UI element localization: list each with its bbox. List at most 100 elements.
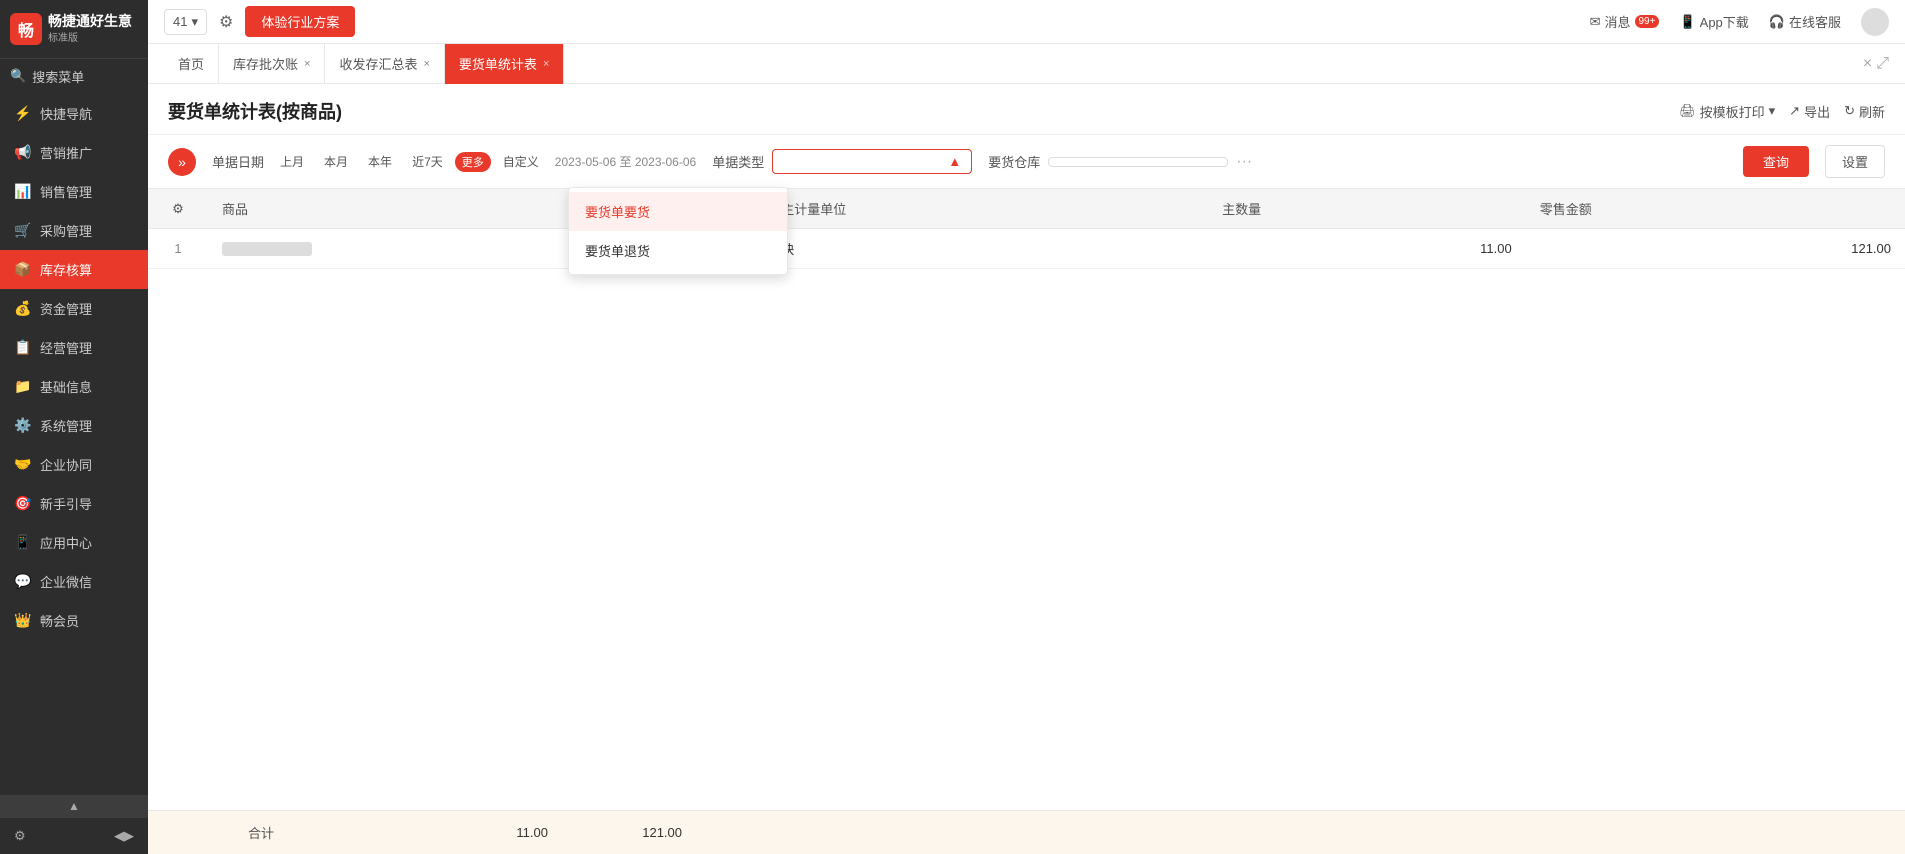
tab-home[interactable]: 首页 [164, 44, 219, 84]
date-tabs: 上月 本月 本年 近7天 更多 自定义 [272, 150, 547, 173]
sidebar-item-enterprise[interactable]: 🤝 企业协同 [0, 445, 148, 484]
date-filter-group: 单据日期 上月 本月 本年 近7天 更多 自定义 2023-05-06 至 20… [212, 150, 696, 173]
row-amount: 121.00 [1526, 229, 1905, 269]
chevron-up-icon: ▲ [68, 799, 80, 813]
export-btn[interactable]: ↗ 导出 [1789, 102, 1830, 121]
wechat-icon: 💬 [14, 573, 32, 590]
print-template-btn[interactable]: 🖨 按模板打印 ▾ [1679, 102, 1775, 121]
sidebar-item-inventory[interactable]: 📦 库存核算 [0, 250, 148, 289]
more-filters-icon[interactable]: ··· [1236, 153, 1252, 171]
tab-receipts[interactable]: 收发存汇总表 × [325, 44, 444, 84]
store-number: 41 [173, 14, 187, 29]
footer-collapse-icon[interactable]: ◀▶ [114, 828, 134, 844]
date-tab-week7[interactable]: 近7天 [404, 150, 451, 173]
sidebar-item-system[interactable]: ⚙️ 系统管理 [0, 406, 148, 445]
footer-settings-icon[interactable]: ⚙ [14, 828, 26, 844]
inventory-icon: 📦 [14, 261, 32, 278]
table-header-unit: 主计量单位 [767, 189, 1208, 229]
app-download-action[interactable]: 📱 App下载 [1679, 12, 1748, 31]
marketing-icon: 📢 [14, 144, 32, 161]
data-table: ⚙ 商品 主计量单位 主数量 零售金额 1 [148, 188, 1905, 269]
filter-bar: » 单据日期 上月 本月 本年 近7天 更多 自定义 2023-05-06 至 … [148, 134, 1905, 188]
date-tab-curr[interactable]: 本月 [316, 150, 356, 173]
refresh-btn[interactable]: ↻ 刷新 [1844, 102, 1885, 121]
user-avatar[interactable] [1861, 8, 1889, 36]
enterprise-icon: 🤝 [14, 456, 32, 473]
type-filter-select[interactable]: ▲ [772, 149, 972, 174]
sidebar-item-sales[interactable]: 📊 销售管理 [0, 172, 148, 211]
header-right: ✉ 消息 99+ 📱 App下载 🎧 在线客服 [1590, 8, 1889, 36]
headset-icon: 🎧 [1769, 14, 1785, 30]
date-filter-label: 单据日期 [212, 152, 264, 171]
operation-icon: 📋 [14, 339, 32, 356]
tab-close-receipts[interactable]: × [423, 58, 429, 70]
sidebar-item-purchase[interactable]: 🛒 采购管理 [0, 211, 148, 250]
phone-icon: 📱 [1679, 14, 1695, 30]
sidebar-item-basic[interactable]: 📁 基础信息 [0, 367, 148, 406]
warehouse-filter-select[interactable] [1048, 157, 1228, 167]
date-tab-custom[interactable]: 自定义 [495, 150, 547, 173]
tab-batch[interactable]: 库存批次账 × [219, 44, 325, 84]
sidebar-scroll-up[interactable]: ▲ [0, 795, 148, 817]
table-row: 1 块 11.00 121.00 [148, 229, 1905, 269]
total-amount: 121.00 [562, 825, 682, 840]
dropdown-item-order-return[interactable]: 要货单退货 [569, 231, 787, 270]
header-left: 41 ▾ ⚙ 体验行业方案 [164, 6, 355, 37]
sidebar-item-guide[interactable]: 🎯 新手引导 [0, 484, 148, 523]
sidebar-item-operation[interactable]: 📋 经营管理 [0, 328, 148, 367]
total-row: 合计 11.00 121.00 [148, 810, 1905, 854]
refresh-icon: ↻ [1844, 103, 1855, 119]
sidebar-logo: 畅 畅捷通好生意 标准版 [0, 0, 148, 59]
filter-expand-toggle[interactable]: » [168, 148, 196, 176]
sidebar-item-marketing[interactable]: 📢 营销推广 [0, 133, 148, 172]
online-service-action[interactable]: 🎧 在线客服 [1769, 12, 1841, 31]
table-header-amount: 零售金额 [1526, 189, 1905, 229]
brand-text: 畅捷通好生意 标准版 [48, 12, 132, 46]
export-icon: ↗ [1789, 103, 1800, 119]
brand-icon: 畅 [10, 13, 42, 45]
date-tab-prev[interactable]: 上月 [272, 150, 312, 173]
sidebar-nav: 📢 营销推广 📊 销售管理 🛒 采购管理 📦 库存核算 💰 资金管理 📋 经营管… [0, 133, 148, 795]
dropdown-item-order-goods[interactable]: 要货单要货 [569, 192, 787, 231]
total-label: 合计 [168, 823, 448, 842]
header-settings-icon[interactable]: ⚙ [219, 12, 233, 32]
sidebar-item-wechat[interactable]: 💬 企业微信 [0, 562, 148, 601]
tab-close-all-icon[interactable]: × [1863, 55, 1872, 73]
store-selector[interactable]: 41 ▾ [164, 9, 207, 35]
sidebar-item-finance[interactable]: 💰 资金管理 [0, 289, 148, 328]
sidebar-search-menu[interactable]: 🔍 搜索菜单 [0, 59, 148, 94]
appstore-icon: 📱 [14, 534, 32, 551]
date-tab-year[interactable]: 本年 [360, 150, 400, 173]
print-icon: 🖨 [1679, 103, 1696, 119]
top-header: 41 ▾ ⚙ 体验行业方案 ✉ 消息 99+ 📱 App下载 🎧 在线客服 [148, 0, 1905, 44]
messages-action[interactable]: ✉ 消息 99+ [1590, 12, 1660, 31]
sidebar-item-member[interactable]: 👑 畅会员 [0, 601, 148, 640]
tab-order-stats[interactable]: 要货单统计表 × [445, 44, 564, 84]
table-header-settings[interactable]: ⚙ [148, 189, 208, 229]
page-container: 要货单统计表(按商品) 🖨 按模板打印 ▾ ↗ 导出 ↻ 刷新 [148, 84, 1905, 810]
sidebar: 畅 畅捷通好生意 标准版 🔍 搜索菜单 ⚡ 快捷导航 📢 营销推广 📊 销售管理… [0, 0, 148, 854]
tab-close-batch[interactable]: × [304, 58, 310, 70]
member-icon: 👑 [14, 612, 32, 629]
page-title-bar: 要货单统计表(按商品) 🖨 按模板打印 ▾ ↗ 导出 ↻ 刷新 [148, 84, 1905, 134]
store-dropdown-icon: ▾ [191, 14, 198, 30]
message-icon: ✉ [1590, 14, 1601, 30]
query-button[interactable]: 查询 [1743, 146, 1809, 177]
quicknav-icon: ⚡ [14, 105, 32, 122]
trial-button[interactable]: 体验行业方案 [245, 6, 355, 37]
warehouse-filter-group: 要货仓库 ··· [988, 152, 1252, 171]
basic-icon: 📁 [14, 378, 32, 395]
date-tab-more[interactable]: 更多 [455, 152, 491, 172]
type-dropdown: 要货单要货 要货单退货 [568, 187, 788, 275]
row-qty: 11.00 [1208, 229, 1526, 269]
sidebar-item-appstore[interactable]: 📱 应用中心 [0, 523, 148, 562]
date-range-display: 2023-05-06 至 2023-06-06 [555, 153, 696, 170]
sidebar-item-quicknav[interactable]: ⚡ 快捷导航 [0, 94, 148, 133]
table-header-qty: 主数量 [1208, 189, 1526, 229]
tab-bar: 首页 库存批次账 × 收发存汇总表 × 要货单统计表 × × ⤢ [148, 44, 1905, 84]
tab-expand-icon[interactable]: ⤢ [1876, 55, 1889, 73]
warehouse-filter-label: 要货仓库 [988, 152, 1040, 171]
system-icon: ⚙️ [14, 417, 32, 434]
settings-button[interactable]: 设置 [1825, 145, 1885, 178]
tab-close-order-stats[interactable]: × [543, 58, 549, 70]
